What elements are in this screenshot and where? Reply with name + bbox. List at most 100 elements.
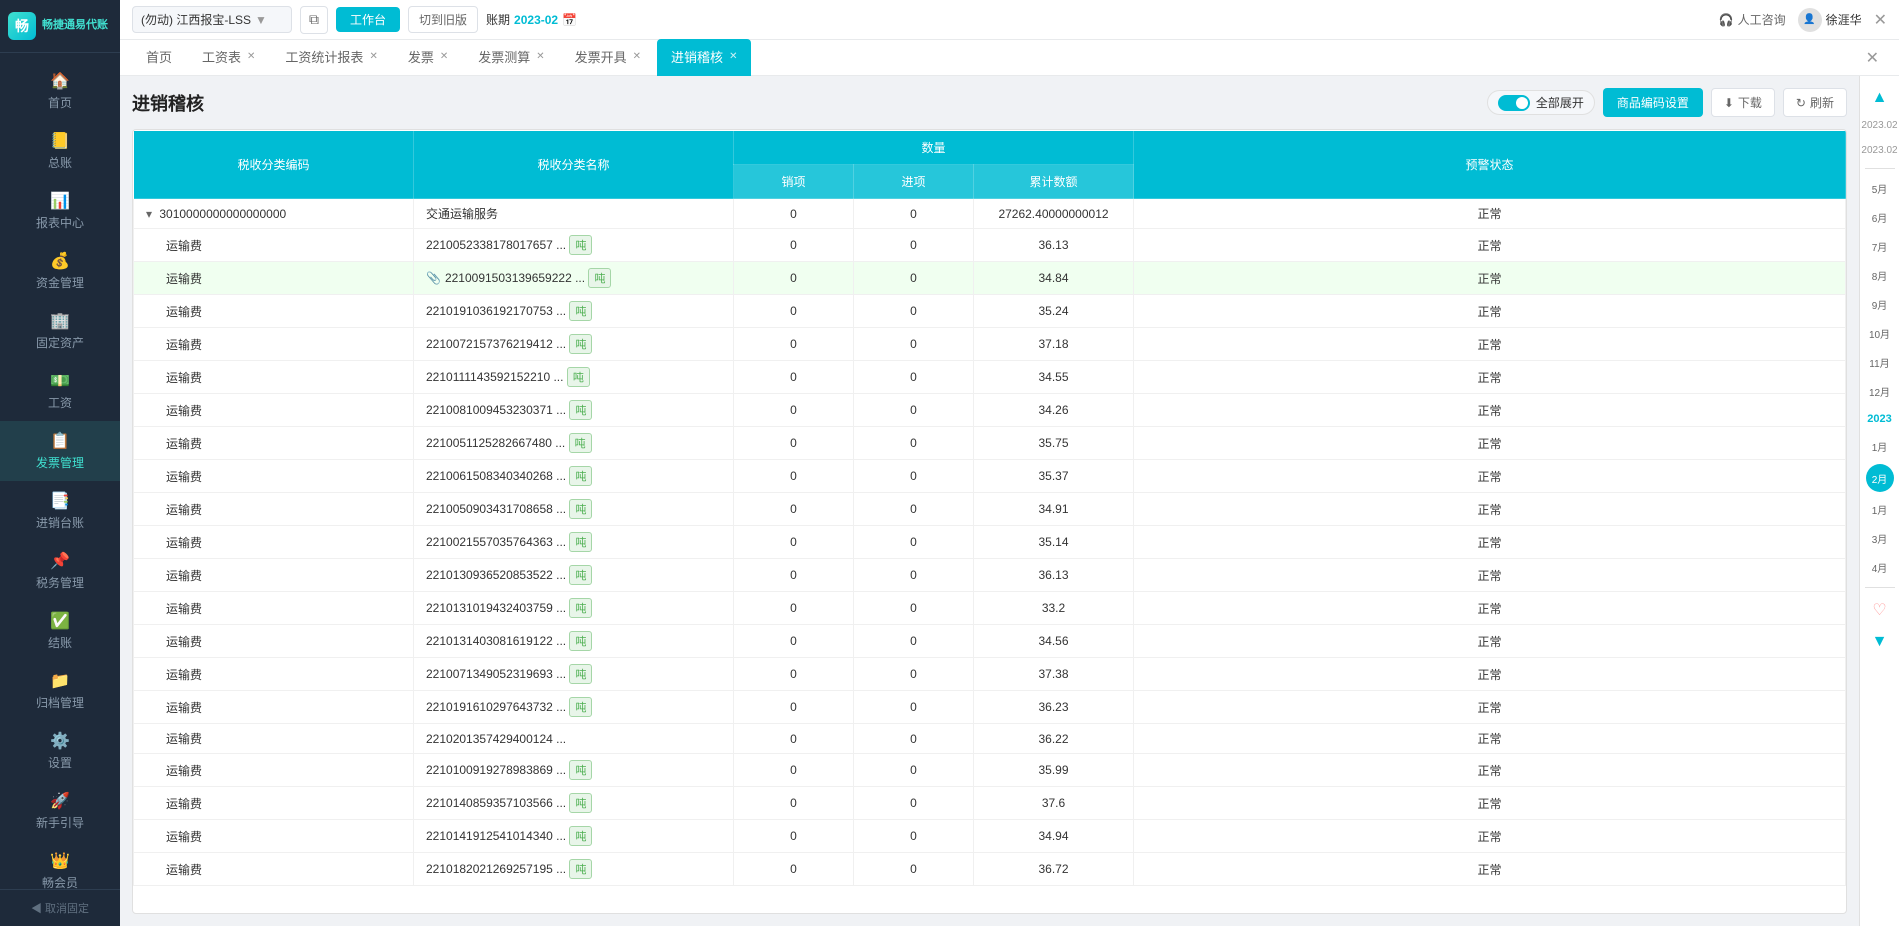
cell-purchase: 0 (854, 691, 974, 724)
tab-payroll-stats[interactable]: 工资统计报表✕ (271, 39, 391, 76)
tab-invoice-calc[interactable]: 发票测算✕ (464, 39, 558, 76)
cell-sales: 0 (734, 493, 854, 526)
cell-purchase: 0 (854, 592, 974, 625)
settings-button[interactable]: 商品编码设置 (1603, 88, 1703, 117)
period-value: 2023-02 (514, 13, 558, 27)
panel-month-after-4月[interactable]: 4月 (1862, 554, 1898, 581)
topbar-close-icon[interactable]: ✕ (1874, 10, 1887, 30)
tab-label-invoice-open: 发票开具 (575, 47, 627, 66)
support-button[interactable]: 🎧 人工咨询 (1719, 11, 1786, 28)
unit-tag: 吨 (569, 433, 592, 453)
sidebar-item-trade-account[interactable]: 📑 进销台账 (0, 481, 120, 541)
download-button[interactable]: ⬇ 下载 (1711, 88, 1775, 117)
panel-month-1[interactable]: 1月 (1862, 433, 1898, 460)
tab-close-invoice[interactable]: ✕ (440, 51, 448, 62)
user-name: 徐涯华 (1826, 11, 1862, 28)
panel-active-month[interactable]: 2月 (1866, 464, 1894, 492)
panel-down-arrow[interactable]: ▼ (1866, 628, 1894, 656)
cell-code: 运输费 (134, 394, 414, 427)
cell-invoice-num: 2210081009453230371 ... 吨 (414, 394, 734, 427)
cell-code: 运输费 (134, 493, 414, 526)
sidebar-label-funds: 资金管理 (36, 274, 84, 291)
expand-toggle[interactable]: 全部展开 (1487, 90, 1595, 115)
toggle-switch[interactable] (1498, 95, 1530, 111)
cell-status: 正常 (1134, 199, 1846, 229)
cell-total: 35.24 (974, 295, 1134, 328)
cell-sales: 0 (734, 229, 854, 262)
cell-status: 正常 (1134, 460, 1846, 493)
heart-icon: ♡ (1872, 600, 1886, 620)
table-row: ▾ 3010000000000000000 交通运输服务 0 0 27262.4… (134, 199, 1846, 229)
panel-month-12月[interactable]: 12月 (1862, 378, 1898, 405)
tab-invoice-open[interactable]: 发票开具 ✕ (561, 39, 655, 76)
topbar: (勿动) 江西报宝-LSS ▼ ⧉ 工作台 切到旧版 账期 2023-02 📅 … (120, 0, 1899, 40)
sidebar-item-guide[interactable]: 🚀 新手引导 (0, 781, 120, 841)
assets-icon: 🏢 (50, 311, 70, 331)
cell-sales: 0 (734, 559, 854, 592)
sidebar-item-settle[interactable]: ✅ 结账 (0, 601, 120, 661)
panel-month-10月[interactable]: 10月 (1862, 320, 1898, 347)
table-row: 运输费 2210201357429400124 ... 0 0 36.22 正常 (134, 724, 1846, 754)
panel-year-label-0: 2023.02 (1862, 114, 1898, 137)
cell-code: 运输费 (134, 592, 414, 625)
company-selector[interactable]: (勿动) 江西报宝-LSS ▼ (132, 6, 292, 33)
sidebar-item-tax[interactable]: 📌 税务管理 (0, 541, 120, 601)
panel-up-arrow[interactable]: ▲ (1866, 84, 1894, 112)
panel-month-after-1月[interactable]: 1月 (1862, 496, 1898, 523)
cell-purchase: 0 (854, 460, 974, 493)
col-quantity-header: 数量 (734, 131, 1134, 165)
panel-month-after-3月[interactable]: 3月 (1862, 525, 1898, 552)
panel-month-6月[interactable]: 6月 (1862, 204, 1898, 231)
sidebar-item-wages[interactable]: 💵 工资 (0, 361, 120, 421)
tab-home[interactable]: 首页 (132, 39, 186, 76)
panel-month-11月[interactable]: 11月 (1862, 349, 1898, 376)
cell-total: 34.26 (974, 394, 1134, 427)
tabs-bar: 首页工资表✕工资统计报表✕发票✕发票测算✕发票开具✕进销稽核✕✕ (120, 40, 1899, 76)
refresh-button[interactable]: ↻ 刷新 (1783, 88, 1847, 117)
sidebar-item-ledger[interactable]: 📒 总账 (0, 121, 120, 181)
sidebar-item-reports[interactable]: 📊 报表中心 (0, 181, 120, 241)
panel-heart-icon[interactable]: ♡ (1862, 594, 1898, 626)
copy-button[interactable]: ⧉ (300, 6, 328, 34)
cell-purchase: 0 (854, 394, 974, 427)
cell-invoice-num: 2210072157376219412 ... 吨 (414, 328, 734, 361)
cell-sales: 0 (734, 460, 854, 493)
sidebar-item-settings[interactable]: ⚙️ 设置 (0, 721, 120, 781)
tab-close-payroll-stats[interactable]: ✕ (369, 51, 377, 62)
cell-purchase: 0 (854, 853, 974, 886)
tabs-close-button[interactable]: ✕ (1858, 48, 1887, 68)
workspace-button[interactable]: 工作台 (336, 7, 400, 32)
wages-icon: 💵 (50, 371, 70, 391)
panel-month-9月[interactable]: 9月 (1862, 291, 1898, 318)
sidebar-item-assets[interactable]: 🏢 固定资产 (0, 301, 120, 361)
tab-close-invoice-open[interactable]: ✕ (633, 51, 641, 62)
unit-tag: 吨 (569, 400, 592, 420)
cell-status: 正常 (1134, 229, 1846, 262)
table-row: 运输费 2210051125282667480 ... 吨 0 0 35.75 … (134, 427, 1846, 460)
panel-month-8月[interactable]: 8月 (1862, 262, 1898, 289)
tab-payroll[interactable]: 工资表✕ (188, 39, 269, 76)
sidebar-label-settings: 设置 (48, 754, 72, 771)
tab-close-payroll[interactable]: ✕ (247, 51, 255, 62)
sidebar-unpin[interactable]: ◀ 取消固定 (0, 889, 120, 926)
unit-tag: 吨 (569, 334, 592, 354)
sidebar-item-archive[interactable]: 📁 归档管理 (0, 661, 120, 721)
tab-invoice[interactable]: 发票✕ (394, 39, 462, 76)
panel-month-7月[interactable]: 7月 (1862, 233, 1898, 260)
user-menu[interactable]: 👤 徐涯华 (1798, 8, 1862, 32)
sidebar-item-member[interactable]: 👑 畅会员 (0, 841, 120, 889)
tab-close-invoice-calc[interactable]: ✕ (536, 51, 544, 62)
tab-close-invoice-verify[interactable]: ✕ (729, 51, 737, 62)
sidebar-item-funds[interactable]: 💰 资金管理 (0, 241, 120, 301)
cell-invoice-num: 2210100919278983869 ... 吨 (414, 754, 734, 787)
cell-sales: 0 (734, 754, 854, 787)
sidebar-item-home[interactable]: 🏠 首页 (0, 61, 120, 121)
sidebar-item-invoices[interactable]: 📋 发票管理 (0, 421, 120, 481)
company-dropdown-icon: ▼ (255, 13, 267, 27)
cell-total: 27262.40000000012 (974, 199, 1134, 229)
unit-tag: 吨 (569, 664, 592, 684)
tab-invoice-verify[interactable]: 进销稽核✕ (657, 39, 751, 76)
back-button[interactable]: 切到旧版 (408, 6, 478, 33)
calendar-icon[interactable]: 📅 (562, 13, 577, 27)
panel-month-5月[interactable]: 5月 (1862, 175, 1898, 202)
